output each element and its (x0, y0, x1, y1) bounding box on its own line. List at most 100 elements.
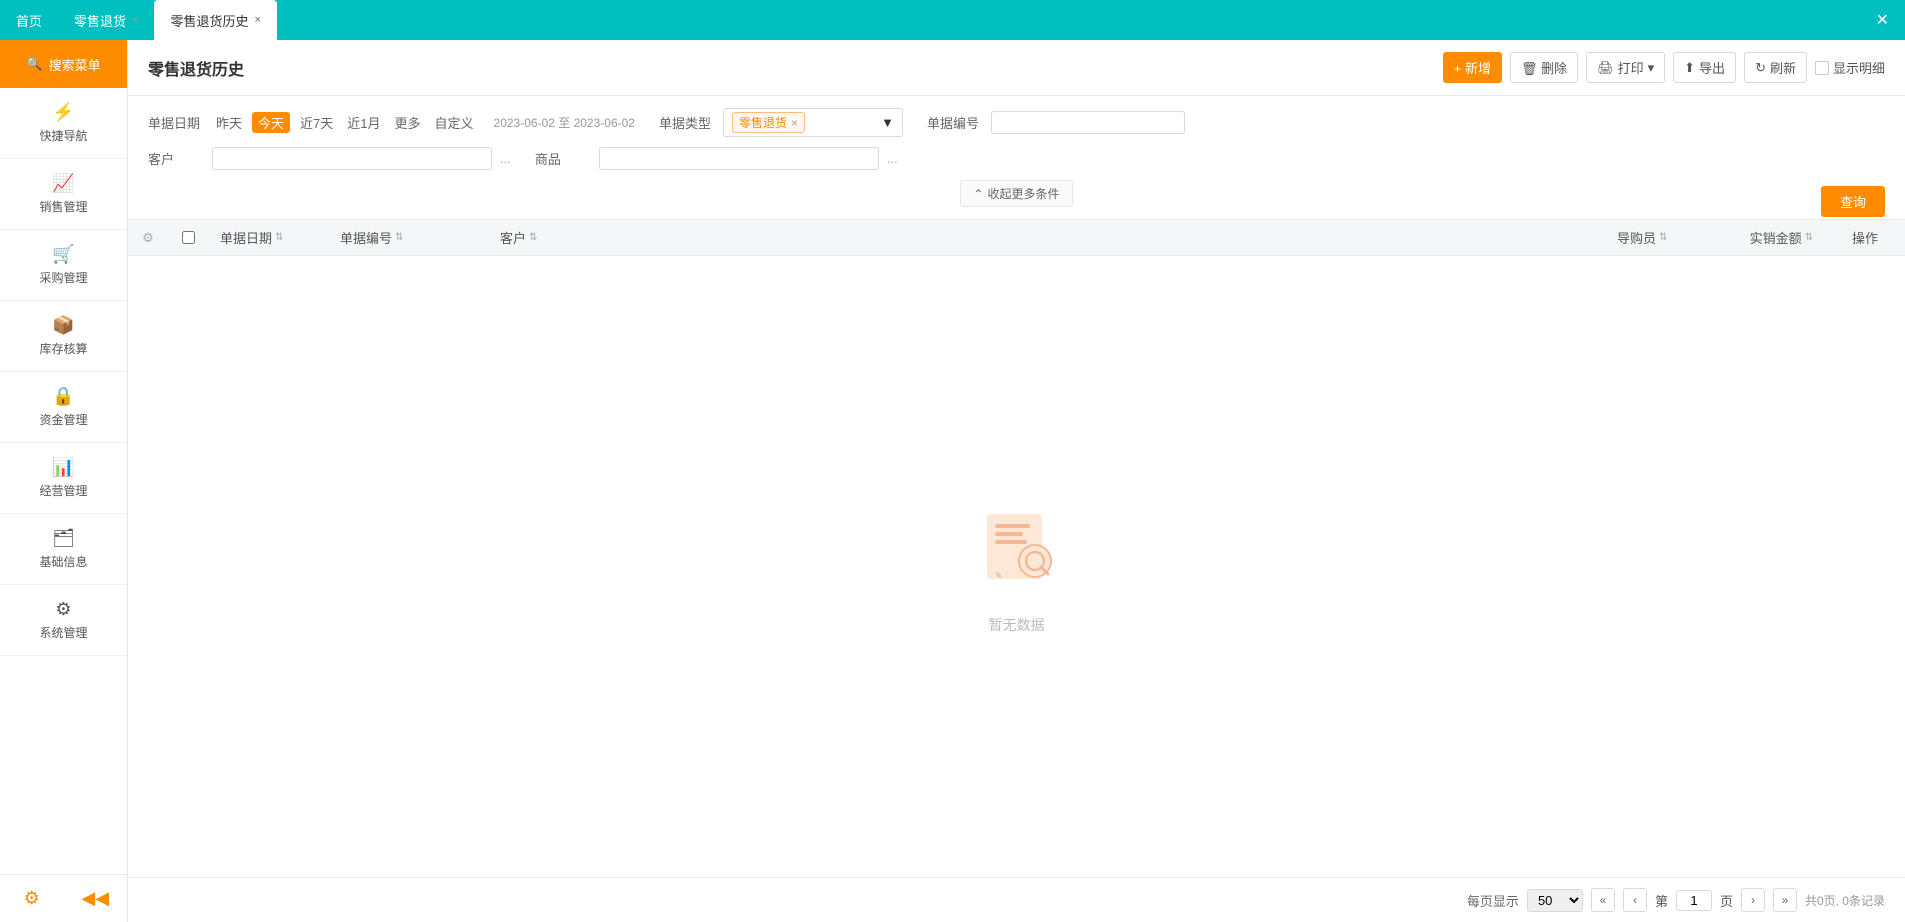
sidebar-search[interactable]: 🔍 搜索菜单 (0, 40, 127, 88)
sidebar-item-label: 快捷导航 (39, 127, 87, 144)
sidebar-item-basic-info[interactable]: 🗂 基础信息 (0, 514, 127, 585)
display-label: 显示明细 (1833, 58, 1885, 77)
sidebar-item-label: 经营管理 (39, 482, 87, 499)
tab-retail-return-history-close[interactable]: × (254, 14, 260, 26)
th-settings[interactable]: ⚙ (128, 230, 168, 246)
settings-icon: ⚙ (142, 230, 154, 246)
sidebar-item-quick-nav[interactable]: ⚡ 快捷导航 (0, 88, 127, 159)
table-area: ⚙ 单据日期 ⇅ 单据编号 ⇅ 客户 ⇅ 导购员 (128, 220, 1905, 877)
collapse-icon: ⌃ (973, 187, 983, 201)
th-action-label: 操作 (1852, 228, 1878, 247)
inventory-icon: 📦 (52, 315, 74, 336)
product-input[interactable] (599, 147, 879, 170)
volume-btn[interactable]: ◀◀ (64, 875, 128, 922)
system-icon: ⚙ (55, 599, 71, 620)
refresh-icon: ↻ (1755, 60, 1766, 76)
page-title: 零售退货历史 (148, 56, 244, 80)
customer-label: 客户 (148, 149, 204, 168)
top-bar: 首页 零售退货 × 零售退货历史 × ✕ (0, 0, 1905, 40)
doc-type-tag-text: 零售退货 (739, 114, 787, 131)
page-size-select[interactable]: 20 50 100 200 (1527, 889, 1583, 912)
customer-dots[interactable]: ... (500, 151, 511, 166)
tab-list: 首页 零售退货 × 零售退货历史 × (0, 0, 1876, 40)
page-prefix: 第 (1655, 891, 1668, 910)
date-today[interactable]: 今天 (252, 112, 290, 133)
sidebar-item-inventory[interactable]: 📦 库存核算 (0, 301, 127, 372)
purchase-icon: 🛒 (52, 244, 74, 265)
sidebar-item-operations[interactable]: 📊 经营管理 (0, 443, 127, 514)
quick-nav-icon: ⚡ (52, 102, 74, 123)
tab-home-label: 首页 (16, 11, 42, 30)
customer-input[interactable] (212, 147, 492, 170)
th-customer-sort[interactable]: ⇅ (529, 232, 537, 243)
display-checkbox[interactable] (1815, 61, 1829, 75)
doc-type-tag-remove[interactable]: × (791, 116, 798, 130)
sidebar-search-label: 搜索菜单 (49, 55, 101, 74)
search-icon: 🔍 (26, 56, 42, 72)
doc-type-select[interactable]: 零售退货 × ▼ (723, 108, 903, 137)
date-yesterday[interactable]: 昨天 (212, 112, 246, 133)
date-filter-label: 单据日期 (148, 113, 204, 132)
next-page-btn[interactable]: › (1741, 888, 1765, 912)
th-date-label: 单据日期 (220, 228, 272, 247)
filter-row-2: 客户 ... 商品 ... (148, 147, 1885, 170)
prev-page-icon: ‹ (1633, 893, 1637, 907)
sidebar-item-label: 系统管理 (39, 624, 87, 641)
first-page-icon: « (1600, 893, 1607, 907)
th-amount: 实销金额 ⇅ (1725, 228, 1825, 247)
th-date-sort[interactable]: ⇅ (275, 232, 283, 243)
print-dropdown-icon: ▾ (1648, 60, 1655, 76)
date-1month[interactable]: 近1月 (343, 112, 384, 133)
sidebar-item-finance[interactable]: 🔒 资金管理 (0, 372, 127, 443)
th-amount-sort[interactable]: ⇅ (1805, 232, 1813, 243)
empty-icon (967, 499, 1067, 599)
page-suffix: 页 (1720, 891, 1733, 910)
tab-home[interactable]: 首页 (0, 0, 58, 40)
th-num: 单据编号 ⇅ (328, 228, 488, 247)
date-custom[interactable]: 自定义 (431, 112, 478, 133)
delete-button[interactable]: 🗑 删除 (1510, 52, 1578, 83)
refresh-label: 刷新 (1770, 58, 1796, 77)
operations-icon: 📊 (52, 457, 74, 478)
empty-text: 暂无数据 (989, 615, 1045, 635)
select-all-checkbox[interactable] (182, 231, 195, 244)
settings-bottom-btn[interactable]: ⚙ (0, 875, 64, 922)
display-toggle[interactable]: 显示明细 (1815, 58, 1885, 77)
sales-icon: 📈 (52, 173, 74, 194)
sidebar-item-sales[interactable]: 📈 销售管理 (0, 159, 127, 230)
th-guide-sort[interactable]: ⇅ (1659, 232, 1667, 243)
prev-page-btn[interactable]: ‹ (1623, 888, 1647, 912)
table-header: ⚙ 单据日期 ⇅ 单据编号 ⇅ 客户 ⇅ 导购员 (128, 220, 1905, 256)
print-label: 打印 (1618, 58, 1644, 77)
date-7days[interactable]: 近7天 (296, 112, 337, 133)
print-icon: 🖨 (1597, 60, 1614, 76)
th-num-sort[interactable]: ⇅ (395, 232, 403, 243)
th-checkbox[interactable] (168, 231, 208, 244)
doc-num-input[interactable] (991, 111, 1185, 134)
filter-row-1: 单据日期 昨天 今天 近7天 近1月 更多 自定义 2023-06-02 至 2… (148, 108, 1885, 137)
refresh-button[interactable]: ↻ 刷新 (1744, 52, 1807, 83)
first-page-btn[interactable]: « (1591, 888, 1615, 912)
page-input[interactable] (1676, 890, 1712, 911)
last-page-btn[interactable]: » (1773, 888, 1797, 912)
export-button[interactable]: ⬆ 导出 (1673, 52, 1736, 83)
sidebar-item-label: 销售管理 (39, 198, 87, 215)
tab-retail-return-history[interactable]: 零售退货历史 × (154, 0, 276, 40)
window-close-button[interactable]: ✕ (1876, 10, 1905, 30)
collapse-button[interactable]: ⌃ 收起更多条件 (960, 180, 1072, 207)
th-guide-label: 导购员 (1617, 228, 1656, 247)
product-dots[interactable]: ... (887, 151, 898, 166)
th-num-label: 单据编号 (340, 228, 392, 247)
sidebar-item-system[interactable]: ⚙ 系统管理 (0, 585, 127, 656)
th-date: 单据日期 ⇅ (208, 228, 328, 247)
doc-num-label: 单据编号 (927, 113, 983, 132)
new-button[interactable]: + 新增 (1443, 52, 1502, 83)
date-more[interactable]: 更多 (391, 112, 425, 133)
query-button[interactable]: 查询 (1821, 186, 1885, 217)
print-button[interactable]: 🖨 打印 ▾ (1586, 52, 1665, 83)
th-action: 操作 (1825, 228, 1905, 247)
tab-retail-return[interactable]: 零售退货 × (58, 0, 154, 40)
tab-retail-return-close[interactable]: × (132, 14, 138, 26)
doc-type-tag: 零售退货 × (732, 112, 805, 133)
sidebar-item-purchase[interactable]: 🛒 采购管理 (0, 230, 127, 301)
